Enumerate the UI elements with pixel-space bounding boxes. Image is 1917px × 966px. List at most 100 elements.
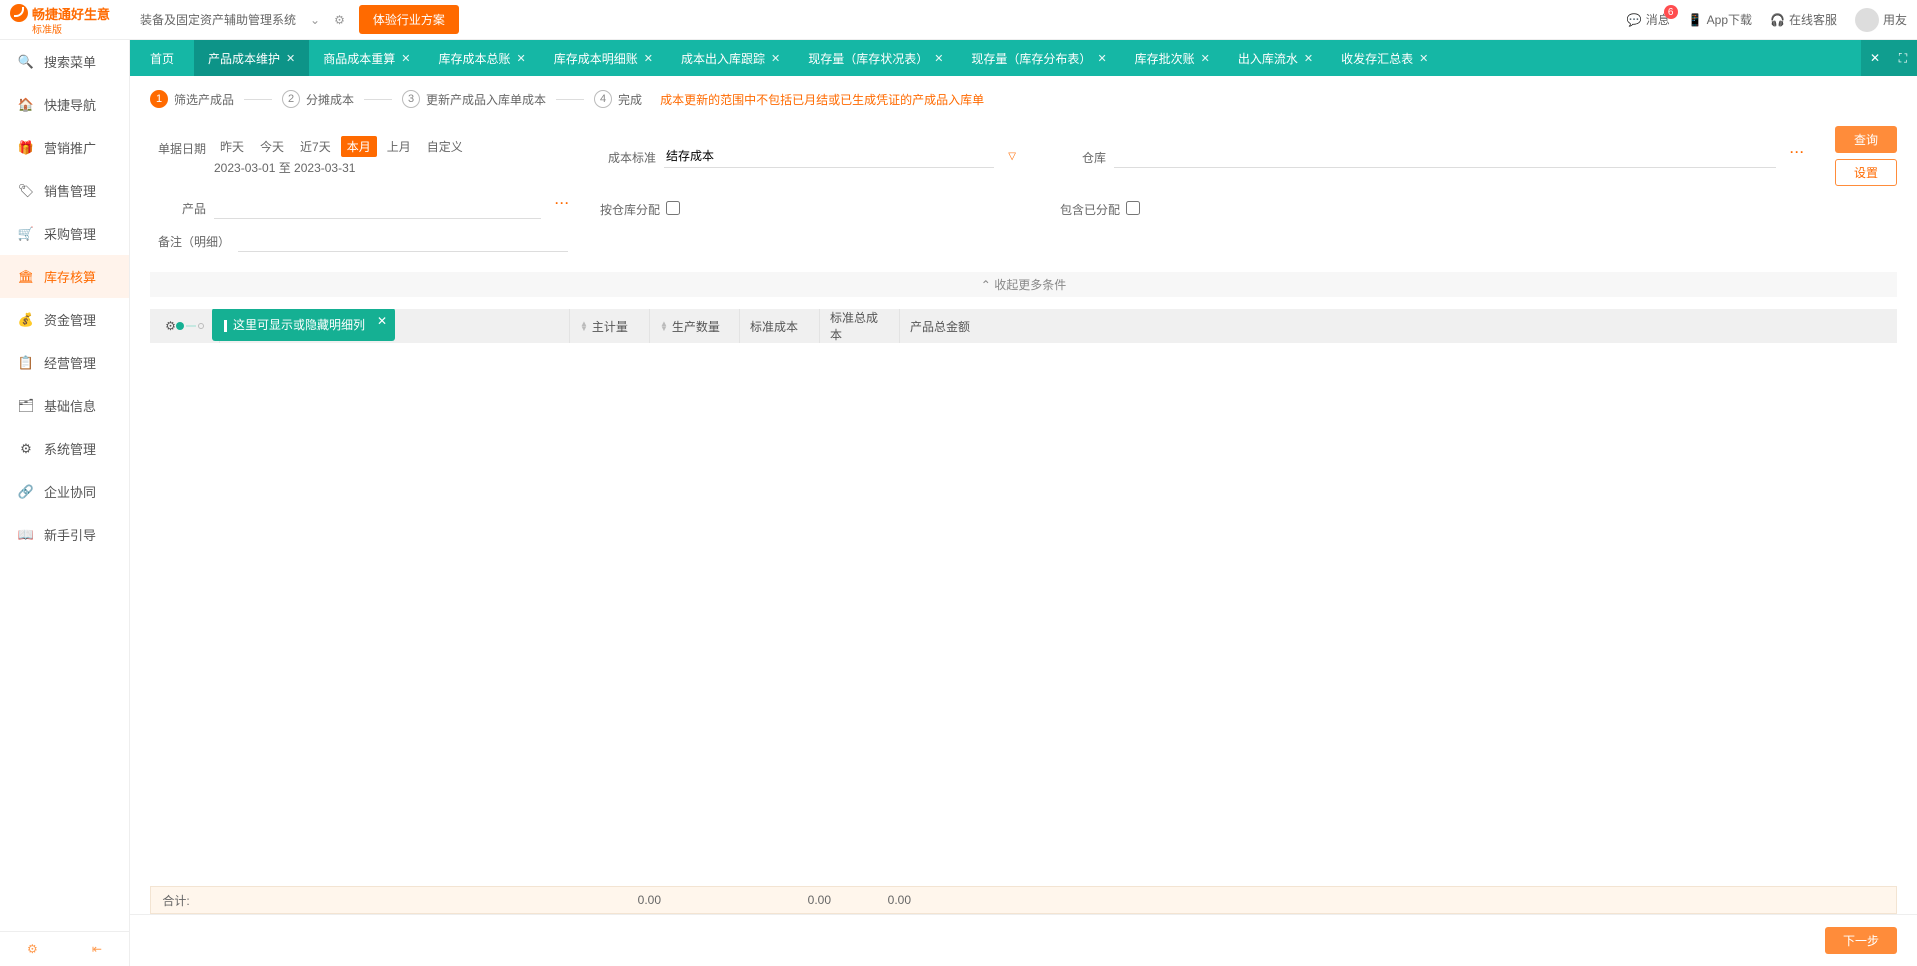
gear-icon: ⚙ — [165, 319, 176, 333]
collapse-filter-bar[interactable]: ⌃ 收起更多条件 — [150, 272, 1897, 297]
sidebar-item-system[interactable]: ⚙系统管理 — [0, 427, 129, 470]
collapse-icon: ⌃ — [981, 278, 994, 292]
grid-header: ⚙ 这里可显示或隐藏明细列 ✕ ▲▼主计量 ▲▼生产数量 标准成本 标准总成本 … — [150, 309, 1897, 343]
col-stdtotal[interactable]: 标准总成本 — [820, 309, 900, 343]
compass-icon: 🏠 — [18, 97, 34, 113]
tag-icon: 🏷 — [18, 183, 34, 199]
top-header: 畅捷通好生意 标准版 装备及固定资产辅助管理系统 ⌄ ⚙ 体验行业方案 💬 消息… — [0, 0, 1917, 40]
remark-label: 备注（明细） — [150, 229, 230, 250]
tooltip-close-icon[interactable]: ✕ — [377, 314, 387, 328]
cost-std-label: 成本标准 — [600, 145, 656, 166]
close-icon[interactable]: ✕ — [644, 52, 653, 65]
sidebar-item-basedata[interactable]: 🗂基础信息 — [0, 384, 129, 427]
close-icon[interactable]: ✕ — [1201, 52, 1210, 65]
close-icon[interactable]: ✕ — [401, 52, 410, 65]
product-input[interactable] — [214, 196, 541, 219]
remark-input[interactable] — [238, 229, 568, 252]
fullscreen-icon[interactable]: ⛶ — [1889, 40, 1917, 76]
sidebar-item-inventory[interactable]: 🏛库存核算 — [0, 255, 129, 298]
content: 1筛选产成品 2分摊成本 3更新产成品入库单成本 4完成 成本更新的范围中不包括… — [130, 76, 1917, 966]
logo-subtitle: 标准版 — [32, 21, 62, 36]
search-icon: 🔍 — [18, 54, 34, 70]
include-allocated-checkbox[interactable] — [1126, 201, 1140, 215]
close-icon[interactable]: ✕ — [286, 52, 295, 65]
sidebar-item-funds[interactable]: 💰资金管理 — [0, 298, 129, 341]
close-all-tabs-icon[interactable]: ✕ — [1861, 40, 1889, 76]
col-qty[interactable]: ▲▼生产数量 — [650, 309, 740, 343]
close-icon[interactable]: ✕ — [771, 52, 780, 65]
tab-stock-dist[interactable]: 现存量（库存分布表）✕ — [957, 40, 1120, 76]
tab-cost-track[interactable]: 成本出入库跟踪✕ — [667, 40, 794, 76]
tab-goods-recalc[interactable]: 商品成本重算✕ — [309, 40, 424, 76]
totals-v2: 0.00 — [671, 893, 841, 907]
sidebar-item-purchase[interactable]: 🛒采购管理 — [0, 212, 129, 255]
close-icon[interactable]: ✕ — [1304, 52, 1313, 65]
user-menu[interactable]: 用友 — [1855, 8, 1907, 32]
sidebar-settings-icon[interactable]: ⚙ — [27, 942, 38, 956]
tab-product-cost[interactable]: 产品成本维护✕ — [194, 40, 309, 76]
warehouse-more-icon[interactable]: ··· — [1790, 145, 1805, 159]
close-icon[interactable]: ✕ — [1419, 52, 1428, 65]
totals-row: 合计: 0.00 0.00 0.00 — [150, 886, 1897, 914]
tab-home[interactable]: 首页 — [130, 40, 194, 76]
settings-button[interactable]: 设置 — [1835, 159, 1897, 186]
close-icon[interactable]: ✕ — [934, 52, 943, 65]
step-1: 1筛选产成品 — [150, 90, 234, 108]
query-button[interactable]: 查询 — [1835, 126, 1897, 153]
logo: 畅捷通好生意 标准版 — [10, 4, 120, 36]
warehouse-label: 仓库 — [1050, 145, 1106, 166]
warehouse-input[interactable] — [1114, 145, 1776, 168]
date-tag-month[interactable]: 本月 — [341, 136, 377, 157]
close-icon[interactable]: ✕ — [1097, 52, 1106, 65]
by-warehouse-checkbox[interactable] — [666, 201, 680, 215]
settings-gear-icon[interactable]: ⚙ — [334, 13, 345, 27]
sidebar-item-search[interactable]: 🔍搜索菜单 — [0, 40, 129, 83]
database-icon: 🗂 — [18, 398, 34, 414]
gift-icon: 🎁 — [18, 140, 34, 156]
warn-text: 成本更新的范围中不包括已月结或已生成凭证的产成品入库单 — [660, 91, 984, 108]
date-tag-custom[interactable]: 自定义 — [421, 136, 469, 157]
cost-std-select[interactable] — [664, 145, 994, 168]
sidebar-item-guide[interactable]: 📖新手引导 — [0, 513, 129, 556]
customer-service-link[interactable]: 🎧 在线客服 — [1770, 11, 1837, 28]
chevron-down-icon: ▽ — [1008, 151, 1016, 162]
product-more-icon[interactable]: ··· — [555, 196, 570, 210]
col-stdcost[interactable]: 标准成本 — [740, 309, 820, 343]
tab-inv-detail[interactable]: 库存成本明细账✕ — [540, 40, 667, 76]
date-tag-7days[interactable]: 近7天 — [294, 136, 337, 157]
home-icon: 🏛 — [18, 269, 34, 285]
date-tag-yesterday[interactable]: 昨天 — [214, 136, 250, 157]
messages-link[interactable]: 💬 消息 6 — [1627, 11, 1670, 28]
toggle-icon — [176, 322, 204, 330]
next-button[interactable]: 下一步 — [1825, 927, 1897, 954]
link-icon: 🔗 — [18, 484, 34, 500]
close-icon[interactable]: ✕ — [517, 52, 526, 65]
sidebar-item-operations[interactable]: 📋经营管理 — [0, 341, 129, 384]
product-label: 产品 — [150, 196, 206, 217]
tab-batch[interactable]: 库存批次账✕ — [1121, 40, 1224, 76]
tab-summary[interactable]: 收发存汇总表✕ — [1327, 40, 1442, 76]
col-unit[interactable]: ▲▼主计量 — [570, 309, 650, 343]
main: 首页 产品成本维护✕ 商品成本重算✕ 库存成本总账✕ 库存成本明细账✕ 成本出入… — [130, 40, 1917, 966]
sidebar-collapse-icon[interactable]: ⇤ — [92, 942, 102, 956]
tab-inv-ledger[interactable]: 库存成本总账✕ — [424, 40, 539, 76]
tab-stock-status[interactable]: 现存量（库存状况表）✕ — [794, 40, 957, 76]
tab-inout-flow[interactable]: 出入库流水✕ — [1224, 40, 1327, 76]
app-download-link[interactable]: 📱 App下载 — [1688, 11, 1752, 28]
include-label: 包含已分配 — [1050, 197, 1120, 218]
col-prodtotal[interactable]: 产品总金额 — [900, 309, 1897, 343]
date-label: 单据日期 — [150, 136, 206, 157]
date-tag-lastmonth[interactable]: 上月 — [381, 136, 417, 157]
system-selector[interactable]: 装备及固定资产辅助管理系统 ⌄ — [140, 11, 334, 28]
clipboard-icon: 📋 — [18, 355, 34, 371]
sidebar-item-sales[interactable]: 🏷销售管理 — [0, 169, 129, 212]
date-tag-today[interactable]: 今天 — [254, 136, 290, 157]
totals-v3: 0.00 — [841, 893, 921, 907]
sidebar-item-quicknav[interactable]: 🏠快捷导航 — [0, 83, 129, 126]
headset-icon: 🎧 — [1770, 13, 1785, 27]
try-industry-button[interactable]: 体验行业方案 — [359, 5, 459, 34]
sidebar-item-marketing[interactable]: 🎁营销推广 — [0, 126, 129, 169]
message-icon: 💬 — [1627, 13, 1642, 27]
grid-body — [150, 343, 1897, 886]
sidebar-item-enterprise[interactable]: 🔗企业协同 — [0, 470, 129, 513]
